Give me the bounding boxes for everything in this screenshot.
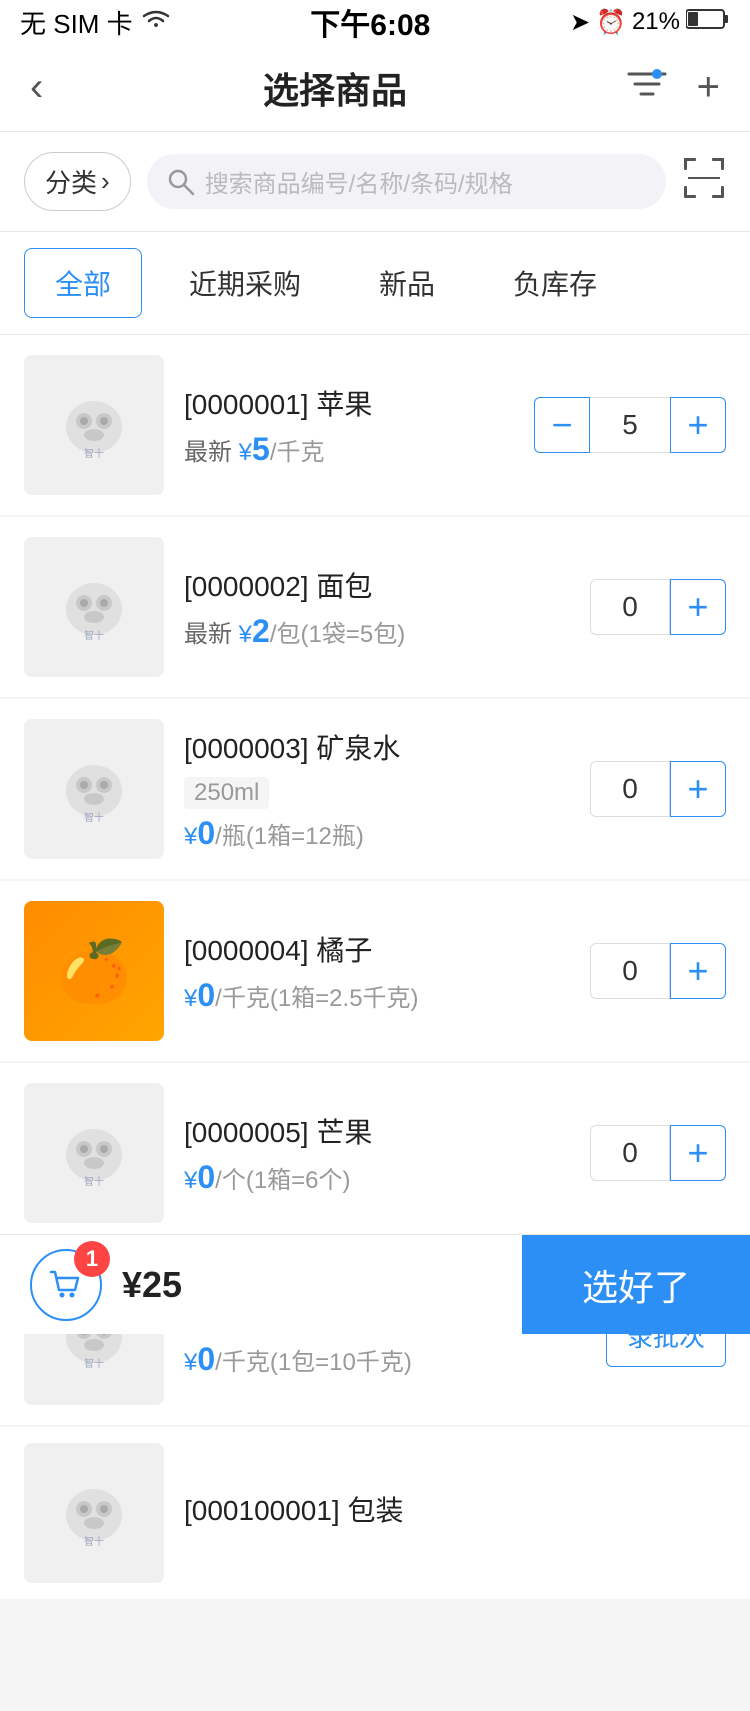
svg-text:智十: 智十 [84,629,104,642]
product-item: 智十 [0000002] 面包 最新 ¥2/包(1袋=5包) + [0,517,750,697]
location-icon: ➤ [570,8,590,37]
product-price: ¥0/瓶(1箱=12瓶) [184,815,570,852]
product-image: 智十 [24,355,164,495]
tab-negative[interactable]: 负库存 [482,248,628,318]
qty-minus-button[interactable]: − [534,397,590,453]
qty-control: + [590,579,726,635]
filter-icon[interactable] [627,66,667,109]
back-button[interactable]: ‹ [30,65,43,110]
status-left: 无 SIM 卡 [20,4,171,41]
wifi-icon [141,7,171,38]
product-image: 智十 [24,1083,164,1223]
category-chevron: › [101,166,110,197]
product-info: [0000002] 面包 最新 ¥2/包(1袋=5包) [184,565,570,650]
placeholder-owl-icon: 智十 [54,567,134,647]
product-name: [0000004] 橘子 [184,929,570,969]
category-label: 分类 [45,163,97,200]
qty-control: − + [534,397,726,453]
cart-total: ¥25 [122,1264,182,1306]
product-name: [0000005] 芒果 [184,1111,570,1151]
bottom-bar: 1 ¥25 选好了 [0,1234,750,1334]
cart-icon[interactable]: 1 [30,1249,102,1321]
product-info: [000100001] 包装 [184,1489,726,1537]
svg-text:智十: 智十 [84,1535,104,1548]
product-info: [0000005] 芒果 ¥0/个(1箱=6个) [184,1111,570,1196]
product-item: 智十 [000100001] 包装 [0,1427,750,1599]
qty-input[interactable] [590,943,670,999]
placeholder-owl-icon: 智十 [54,1473,134,1553]
product-price: 最新 ¥5/千克 [184,431,514,468]
cart-section: 1 ¥25 [0,1249,522,1321]
qty-input[interactable] [590,761,670,817]
sim-status: 无 SIM 卡 [20,4,133,41]
qty-input[interactable] [590,579,670,635]
scan-icon[interactable] [682,156,726,207]
battery-icon [686,8,730,37]
product-name: [000100001] 包装 [184,1489,726,1529]
qty-control: + [590,943,726,999]
qty-plus-button[interactable]: + [670,397,726,453]
svg-text:智十: 智十 [84,447,104,460]
svg-text:智十: 智十 [84,1175,104,1188]
nav-bar: ‹ 选择商品 + [0,44,750,132]
qty-plus-button[interactable]: + [670,761,726,817]
product-item: 智十 [0000005] 芒果 ¥0/个(1箱=6个) + [0,1063,750,1243]
nav-icons: + [627,65,720,110]
product-image: 智十 [24,537,164,677]
tab-new[interactable]: 新品 [348,248,466,318]
status-right: ➤ ⏰ 21% [570,8,730,37]
product-image: 智十 [24,719,164,859]
placeholder-owl-icon: 智十 [54,1113,134,1193]
search-bar[interactable]: 搜索商品编号/名称/条码/规格 [147,154,666,209]
search-placeholder: 搜索商品编号/名称/条码/规格 [205,164,513,199]
product-name: [0000003] 矿泉水 [184,727,570,767]
qty-plus-button[interactable]: + [670,579,726,635]
product-price: ¥0/个(1箱=6个) [184,1159,570,1196]
search-icon [167,168,195,196]
status-bar: 无 SIM 卡 下午6:08 ➤ ⏰ 21% [0,0,750,44]
page-title: 选择商品 [263,62,407,114]
product-item: 智十 [0000001] 苹果 最新 ¥5/千克 − + [0,335,750,515]
qty-input[interactable] [590,1125,670,1181]
status-time: 下午6:08 [310,0,430,44]
product-list: 智十 [0000001] 苹果 最新 ¥5/千克 − + 智十 [0,335,750,1711]
product-image-orange: 🍊 [24,901,164,1041]
product-price: ¥0/千克(1箱=2.5千克) [184,977,570,1014]
placeholder-owl-icon: 智十 [54,749,134,829]
tab-row: 全部 近期采购 新品 负库存 [0,232,750,335]
confirm-button[interactable]: 选好了 [522,1235,750,1334]
qty-control: + [590,1125,726,1181]
placeholder-owl-icon: 智十 [54,385,134,465]
svg-text:智十: 智十 [84,1357,104,1370]
cart-badge: 1 [74,1241,110,1277]
product-image: 智十 [24,1443,164,1583]
battery-level: 21% [632,8,680,36]
product-item: 🍊 [0000004] 橘子 ¥0/千克(1箱=2.5千克) + [0,881,750,1061]
tab-recent[interactable]: 近期采购 [158,248,332,318]
product-name: [0000002] 面包 [184,565,570,605]
alarm-icon: ⏰ [596,8,626,37]
add-icon[interactable]: + [697,65,720,110]
product-info: [0000003] 矿泉水 250ml ¥0/瓶(1箱=12瓶) [184,727,570,852]
filter-row: 分类 › 搜索商品编号/名称/条码/规格 [0,132,750,232]
product-price: 最新 ¥2/包(1袋=5包) [184,613,570,650]
product-price: ¥0/千克(1包=10千克) [184,1341,586,1378]
category-button[interactable]: 分类 › [24,152,131,211]
qty-plus-button[interactable]: + [670,1125,726,1181]
product-info: [0000001] 苹果 最新 ¥5/千克 [184,383,514,468]
product-item: 智十 [0000003] 矿泉水 250ml ¥0/瓶(1箱=12瓶) + [0,699,750,879]
product-name: [0000001] 苹果 [184,383,514,423]
svg-text:智十: 智十 [84,811,104,824]
tab-all[interactable]: 全部 [24,248,142,318]
product-spec: 250ml [184,777,269,809]
qty-control: + [590,761,726,817]
product-info: [0000004] 橘子 ¥0/千克(1箱=2.5千克) [184,929,570,1014]
qty-input[interactable] [590,397,670,453]
qty-plus-button[interactable]: + [670,943,726,999]
